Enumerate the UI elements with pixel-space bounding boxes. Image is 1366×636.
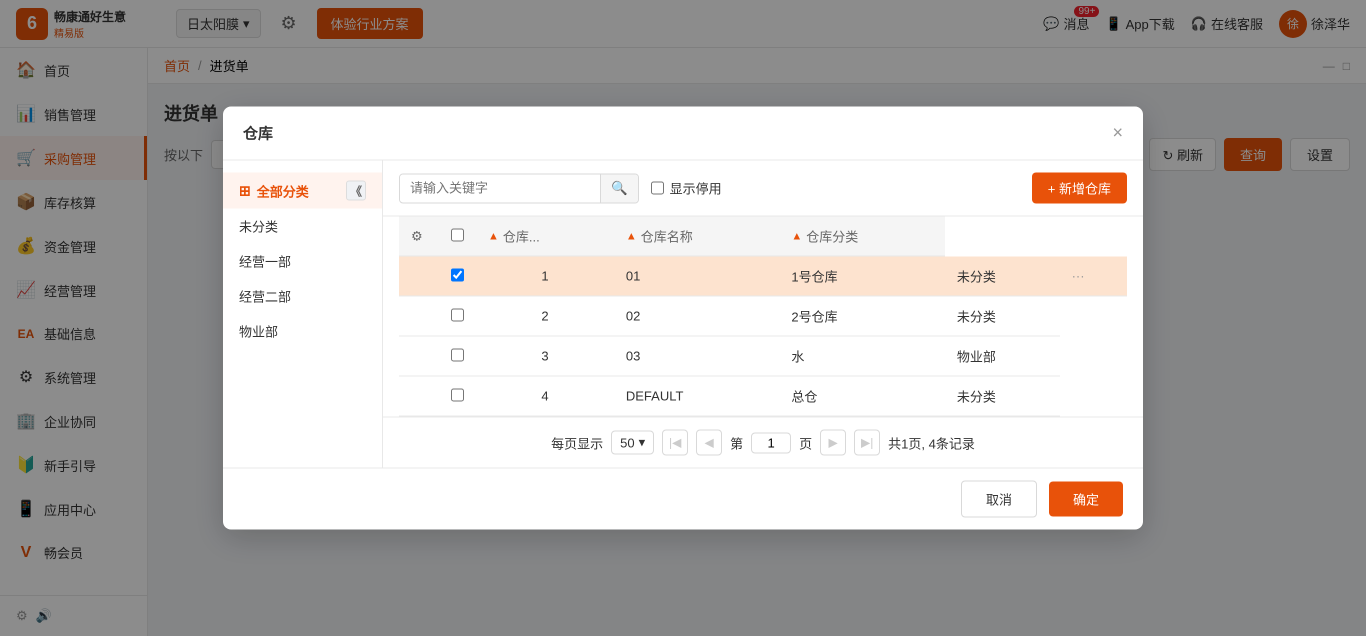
per-page-label: 每页显示 (551, 433, 603, 452)
per-page-select[interactable]: 50 ▾ (611, 431, 654, 455)
table-header-row: ⚙ ▲ 仓库... (399, 217, 1127, 257)
modal-toolbar: 🔍 显示停用 + 新增仓库 (383, 161, 1143, 217)
warehouse-table-body: 1 01 1号仓库 未分类 ··· 2 02 2号仓库 未分类 (399, 256, 1127, 416)
col-category: ▲ 仓库分类 (779, 217, 945, 257)
row-num-2: 2 (476, 296, 614, 336)
category-item-dept2[interactable]: 经营二部 (223, 279, 382, 314)
category-item-dept1[interactable]: 经营一部 (223, 244, 382, 279)
row-name-1: 1号仓库 (779, 256, 945, 296)
table-row[interactable]: 4 DEFAULT 总仓 未分类 (399, 376, 1127, 416)
row-gear-2 (399, 296, 439, 336)
per-page-dropdown-icon: ▾ (639, 435, 646, 451)
row-cat-1: 未分类 (945, 256, 1060, 296)
collapse-button[interactable]: 《 (346, 181, 366, 201)
page-label: 第 (730, 433, 743, 452)
search-input[interactable] (400, 175, 600, 202)
category-item-all[interactable]: ⊞ 全部分类 《 (223, 173, 382, 209)
row-name-3: 水 (779, 336, 945, 376)
col-gear: ⚙ (399, 217, 439, 257)
modal-main-panel: 🔍 显示停用 + 新增仓库 ⚙ (383, 161, 1143, 468)
row-code-4: DEFAULT (614, 376, 780, 416)
grid-icon: ⊞ (239, 182, 251, 199)
sort-icon-category: ▲ (791, 230, 802, 242)
row-gear-4 (399, 376, 439, 416)
col-code: ▲ 仓库... (476, 217, 614, 257)
show-disabled-text: 显示停用 (670, 179, 722, 198)
modal-category-sidebar: ⊞ 全部分类 《 未分类 经营一部 经营二部 物业部 (223, 161, 383, 468)
page-prev-button[interactable]: ◀ (696, 430, 722, 456)
page-unit: 页 (799, 433, 812, 452)
row-code-1: 01 (614, 256, 780, 296)
row-gear-3 (399, 336, 439, 376)
modal-header: 仓库 × (223, 107, 1143, 161)
table-row[interactable]: 1 01 1号仓库 未分类 ··· (399, 256, 1127, 296)
page-first-button[interactable]: |◀ (662, 430, 688, 456)
category-label-dept2: 经营二部 (239, 287, 291, 306)
page-next-button[interactable]: ▶ (820, 430, 846, 456)
row-name-4: 总仓 (779, 376, 945, 416)
row-check-2[interactable] (439, 296, 476, 336)
row-check-4[interactable] (439, 376, 476, 416)
per-page-value: 50 (620, 435, 634, 450)
confirm-button[interactable]: 确定 (1049, 482, 1123, 517)
table-row[interactable]: 3 03 水 物业部 (399, 336, 1127, 376)
category-item-property[interactable]: 物业部 (223, 314, 382, 349)
row-code-3: 03 (614, 336, 780, 376)
warehouse-modal: 仓库 × ⊞ 全部分类 《 未分类 经营一部 经营二部 物业部 (223, 107, 1143, 530)
row-num-1: 1 (476, 256, 614, 296)
pagination: 每页显示 50 ▾ |◀ ◀ 第 页 ▶ ▶| 共1页, 4条记录 (383, 417, 1143, 468)
show-disabled-checkbox[interactable] (651, 182, 664, 195)
search-button[interactable]: 🔍 (600, 174, 638, 202)
select-all-checkbox[interactable] (451, 228, 464, 241)
warehouse-table: ⚙ ▲ 仓库... (399, 217, 1127, 417)
gear-icon: ⚙ (411, 228, 423, 243)
category-label-all: 全部分类 (257, 181, 309, 200)
total-info: 共1页, 4条记录 (888, 433, 975, 452)
col-code-label: 仓库... (503, 227, 540, 246)
row-check-1[interactable] (439, 256, 476, 296)
warehouse-table-wrapper: ⚙ ▲ 仓库... (383, 217, 1143, 417)
row-cat-2: 未分类 (945, 296, 1060, 336)
col-name: ▲ 仓库名称 (614, 217, 780, 257)
row-more-1[interactable]: ··· (1060, 256, 1127, 296)
page-input[interactable] (751, 432, 791, 453)
category-item-none[interactable]: 未分类 (223, 209, 382, 244)
col-category-label: 仓库分类 (806, 227, 858, 246)
page-last-button[interactable]: ▶| (854, 430, 880, 456)
category-label-property: 物业部 (239, 322, 278, 341)
modal-body: ⊞ 全部分类 《 未分类 经营一部 经营二部 物业部 🔍 (223, 161, 1143, 468)
category-label-dept1: 经营一部 (239, 252, 291, 271)
cancel-button[interactable]: 取消 (961, 481, 1037, 518)
row-gear-1 (399, 256, 439, 296)
row-check-3[interactable] (439, 336, 476, 376)
row-num-4: 4 (476, 376, 614, 416)
row-num-3: 3 (476, 336, 614, 376)
row-code-2: 02 (614, 296, 780, 336)
table-row[interactable]: 2 02 2号仓库 未分类 (399, 296, 1127, 336)
add-warehouse-button[interactable]: + 新增仓库 (1032, 173, 1127, 204)
row-cat-3: 物业部 (945, 336, 1060, 376)
category-label-none: 未分类 (239, 217, 278, 236)
sort-icon-name: ▲ (626, 230, 637, 242)
modal-close-button[interactable]: × (1112, 123, 1123, 144)
show-disabled-label[interactable]: 显示停用 (651, 179, 722, 198)
col-checkbox (439, 217, 476, 257)
row-name-2: 2号仓库 (779, 296, 945, 336)
sort-icon-code: ▲ (488, 230, 499, 242)
col-name-label: 仓库名称 (641, 227, 693, 246)
search-box: 🔍 (399, 173, 639, 203)
row-cat-4: 未分类 (945, 376, 1060, 416)
modal-footer: 取消 确定 (223, 468, 1143, 530)
modal-title: 仓库 (243, 123, 273, 144)
